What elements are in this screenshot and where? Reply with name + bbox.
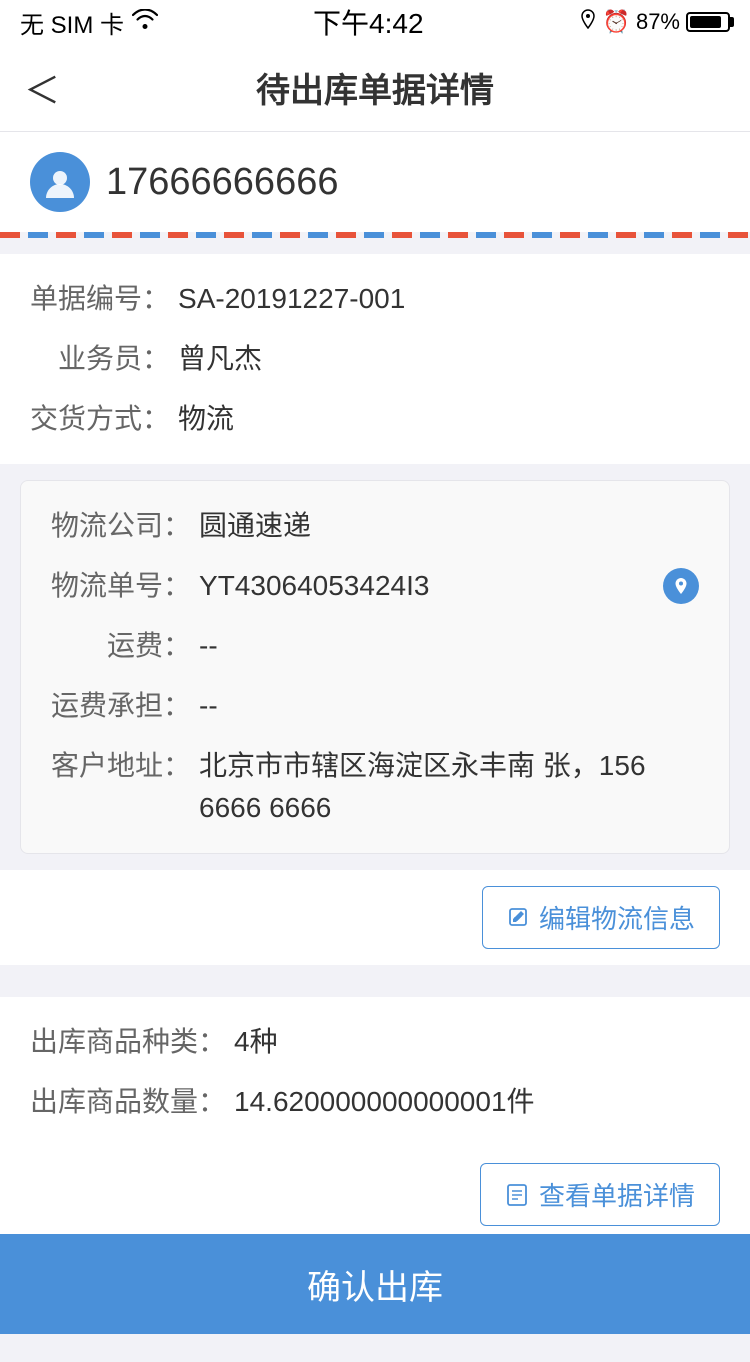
- back-button[interactable]: ＜: [24, 62, 60, 114]
- delivery-method-label: 交货方式：: [30, 398, 170, 440]
- freight-bearer-label: 运费承担：: [51, 685, 191, 727]
- salesperson-label: 业务员：: [30, 338, 170, 380]
- document-number-label: 单据编号：: [30, 278, 170, 320]
- detail-btn-row: 查看单据详情: [0, 1147, 750, 1242]
- goods-type-value: 4种: [234, 1021, 720, 1063]
- battery-icon: [686, 12, 730, 32]
- delivery-method-value: 物流: [178, 398, 720, 440]
- freight-bearer-row: 运费承担： --: [51, 685, 699, 727]
- battery-percent: 87%: [636, 9, 680, 35]
- goods-type-label: 出库商品种类：: [30, 1021, 226, 1063]
- goods-section: 出库商品种类： 4种 出库商品数量： 14.620000000000001件: [0, 997, 750, 1147]
- tracking-location-button[interactable]: [663, 568, 699, 604]
- goods-quantity-row: 出库商品数量： 14.620000000000001件: [30, 1081, 720, 1123]
- logistics-company-value: 圆通速递: [199, 505, 699, 547]
- document-number-value: SA-20191227-001: [178, 278, 720, 320]
- confirm-button[interactable]: 确认出库: [0, 1234, 750, 1334]
- edit-logistics-label: 编辑物流信息: [539, 899, 695, 936]
- view-detail-button[interactable]: 查看单据详情: [480, 1163, 720, 1226]
- status-right: ⏰ 87%: [579, 9, 730, 35]
- goods-quantity-label: 出库商品数量：: [30, 1081, 226, 1123]
- carrier-label: 无 SIM 卡: [20, 5, 124, 40]
- alarm-icon: ⏰: [603, 9, 630, 35]
- logistics-company-label: 物流公司：: [51, 505, 191, 547]
- freight-row: 运费： --: [51, 625, 699, 667]
- freight-value: --: [199, 625, 699, 667]
- phone-header: 17666666666: [0, 132, 750, 232]
- basic-info-section: 单据编号： SA-20191227-001 业务员： 曾凡杰 交货方式： 物流: [0, 254, 750, 464]
- separator-1: [0, 965, 750, 981]
- address-value: 北京市市辖区海淀区永丰南 张，156 6666 6666: [199, 745, 699, 829]
- edit-icon: [507, 906, 531, 930]
- status-bar: 无 SIM 卡 下午4:42 ⏰ 87%: [0, 0, 750, 44]
- status-left: 无 SIM 卡: [20, 5, 158, 40]
- phone-number: 17666666666: [106, 161, 338, 204]
- address-row: 客户地址： 北京市市辖区海淀区永丰南 张，156 6666 6666: [51, 745, 699, 829]
- status-time: 下午4:42: [313, 2, 424, 42]
- location-service-icon: [579, 9, 597, 35]
- delivery-method-row: 交货方式： 物流: [30, 398, 720, 440]
- confirm-button-label: 确认出库: [307, 1260, 443, 1309]
- tracking-value: YT43064053424I3: [199, 565, 647, 607]
- logistics-section: 物流公司： 圆通速递 物流单号： YT43064053424I3 运费： -- …: [20, 480, 730, 854]
- tracking-label: 物流单号：: [51, 565, 191, 607]
- goods-type-row: 出库商品种类： 4种: [30, 1021, 720, 1063]
- document-icon: [505, 1183, 531, 1207]
- goods-quantity-value: 14.620000000000001件: [234, 1081, 720, 1123]
- freight-label: 运费：: [51, 625, 191, 667]
- edit-logistics-button[interactable]: 编辑物流信息: [482, 886, 720, 949]
- view-detail-label: 查看单据详情: [539, 1176, 695, 1213]
- wifi-icon: [132, 8, 158, 36]
- salesperson-value: 曾凡杰: [178, 338, 720, 380]
- logistics-company-row: 物流公司： 圆通速递: [51, 505, 699, 547]
- edit-btn-row: 编辑物流信息: [0, 870, 750, 965]
- tracking-row: 物流单号： YT43064053424I3: [51, 565, 699, 607]
- salesperson-row: 业务员： 曾凡杰: [30, 338, 720, 380]
- freight-bearer-value: --: [199, 685, 699, 727]
- page-title: 待出库单据详情: [256, 63, 494, 112]
- nav-bar: ＜ 待出库单据详情: [0, 44, 750, 132]
- dashed-divider: [0, 232, 750, 238]
- address-label: 客户地址：: [51, 745, 191, 787]
- avatar: [30, 152, 90, 212]
- document-number-row: 单据编号： SA-20191227-001: [30, 278, 720, 320]
